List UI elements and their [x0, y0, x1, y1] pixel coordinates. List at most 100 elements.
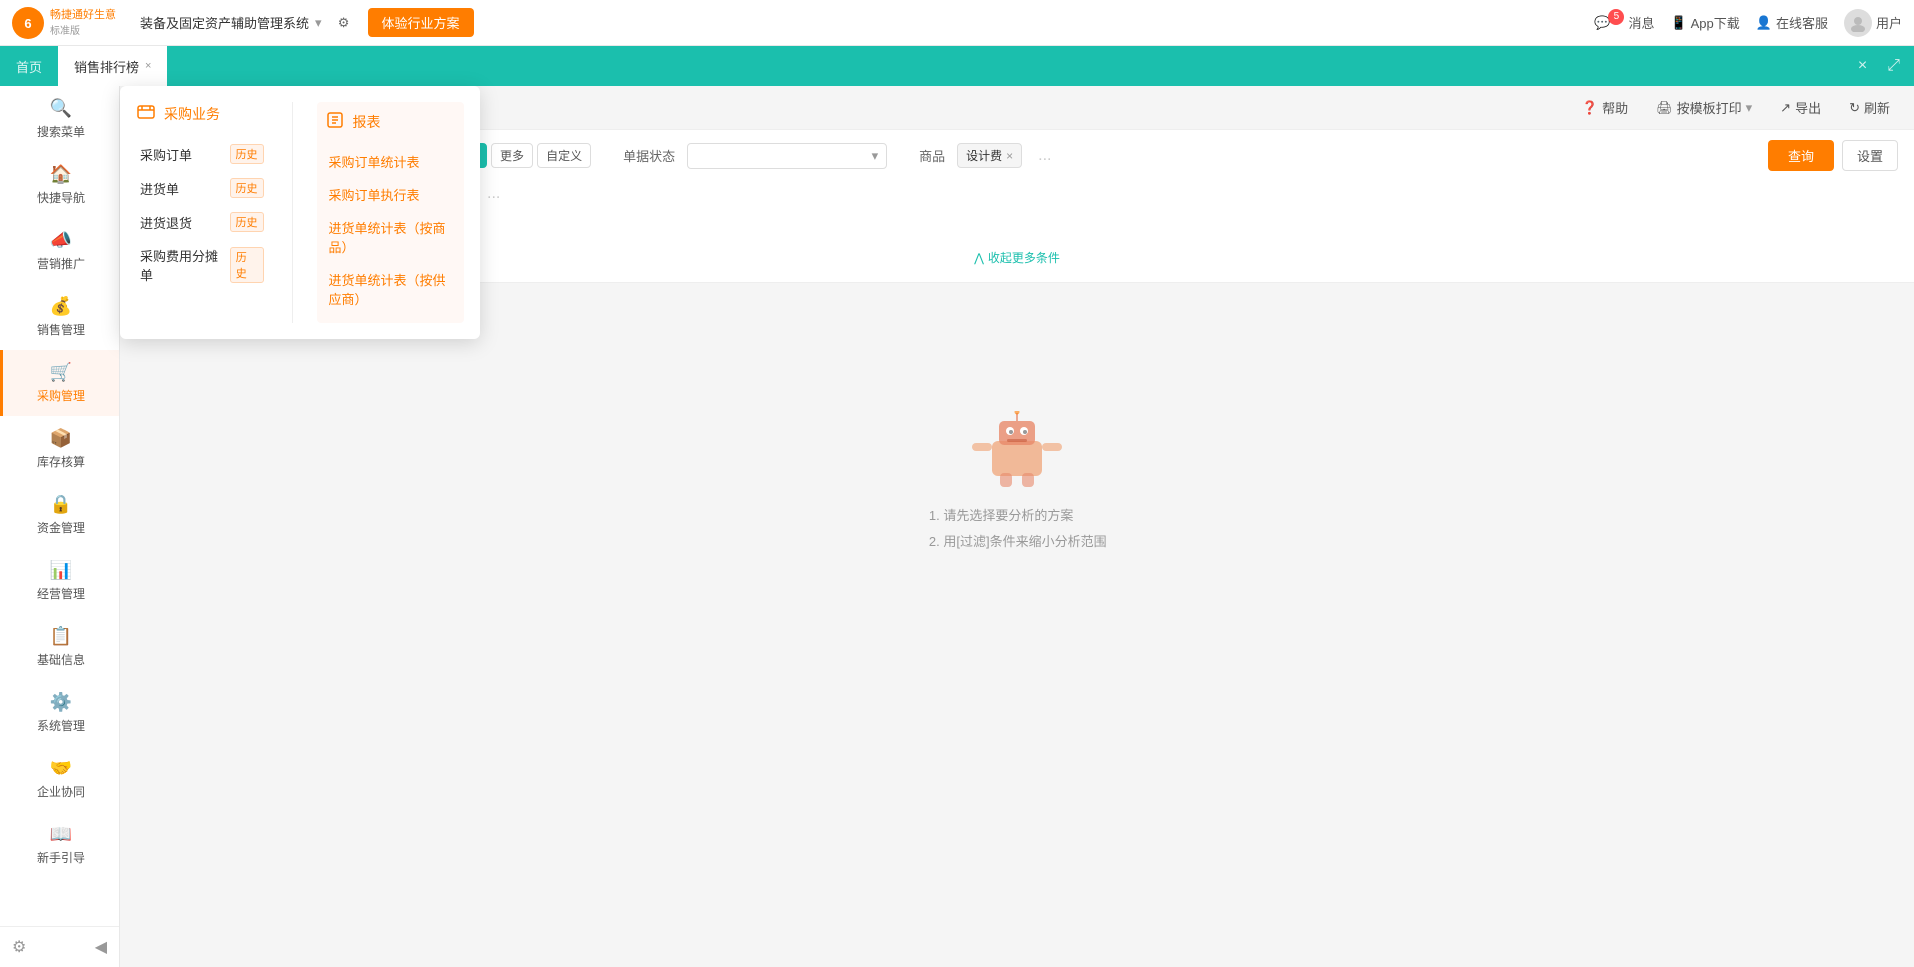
system-title: 装备及固定资产辅助管理系统 ▾ [140, 13, 322, 32]
dropdown-item-report-3[interactable]: 进货单统计表（按供应商） [325, 263, 457, 315]
help-button[interactable]: ❓ 帮助 [1574, 94, 1636, 121]
tab-home[interactable]: 首页 [0, 46, 58, 86]
filter-settings-button[interactable]: 设置 [1842, 140, 1898, 171]
tab-close-icon[interactable]: × [145, 60, 151, 72]
print-dropdown-icon[interactable]: ▾ [1746, 100, 1753, 116]
history-tag-1: 历史 [230, 178, 264, 198]
history-tag-0: 历史 [230, 144, 264, 164]
inventory-icon: 📦 [50, 428, 72, 449]
empty-tip-1: 请先选择要分析的方案 [943, 503, 1106, 529]
dropdown-arrow-icon[interactable]: ▾ [315, 15, 322, 31]
industry-button[interactable]: 体验行业方案 [368, 8, 474, 37]
dropdown-item-purchase-in[interactable]: 进货单 历史 [136, 171, 268, 205]
history-tag-3: 历史 [230, 247, 264, 283]
dropdown-item-purchase-order[interactable]: 采购订单 历史 [136, 137, 268, 171]
topbar-settings-icon[interactable]: ⚙ [330, 9, 358, 37]
purchase-col-header: 采购业务 [136, 102, 268, 125]
sidebar-label-sales: 销售管理 [37, 321, 85, 338]
sidebar-label-capital: 资金管理 [37, 519, 85, 536]
purchase-col: 采购业务 采购订单 历史 进货单 历史 进货退货 历史 采购费用分摊单 历史 [136, 102, 268, 323]
online-service-label: 在线客服 [1776, 13, 1828, 32]
report-2-label: 进货单统计表（按商品） [329, 218, 453, 256]
sidebar-item-inventory[interactable]: 📦 库存核算 [0, 416, 119, 482]
sidebar-label-marketing: 营销推广 [37, 255, 85, 272]
bill-status-select[interactable]: ▾ [687, 143, 887, 169]
reports-col-title: 报表 [353, 112, 381, 132]
message-button[interactable]: 💬 5 消息 [1594, 13, 1654, 32]
sidebar-item-basic-info[interactable]: 📋 基础信息 [0, 614, 119, 680]
home-icon: 🏠 [50, 164, 72, 185]
search-sidebar-icon: 🔍 [50, 98, 72, 119]
app-download-button[interactable]: 📱 App下载 [1670, 13, 1739, 32]
message-label: 消息 [1628, 13, 1654, 32]
sidebar-collapse-icon[interactable]: ◀ [95, 937, 107, 957]
collapse-label: 收起更多条件 [988, 249, 1060, 266]
empty-illustration [967, 411, 1067, 491]
query-button[interactable]: 查询 [1768, 140, 1834, 171]
salesperson-ellipsis[interactable]: ... [483, 185, 504, 203]
tab-fullscreen-icon[interactable]: ⤢ [1881, 55, 1906, 77]
tab-sales-rank[interactable]: 销售排行榜 × [58, 46, 167, 86]
empty-state: 请先选择要分析的方案 用[过滤]条件来缩小分析范围 [120, 283, 1914, 683]
purchase-icon: 🛒 [50, 362, 72, 383]
sidebar-item-capital[interactable]: 🔒 资金管理 [0, 482, 119, 548]
enterprise-icon: 🤝 [50, 758, 72, 779]
history-tag-2: 历史 [230, 212, 264, 232]
sidebar-label-search: 搜索菜单 [37, 123, 85, 140]
purchase-return-label: 进货退货 [140, 213, 192, 232]
operations-icon: 📊 [50, 560, 72, 581]
dropdown-item-report-0[interactable]: 采购订单统计表 [325, 145, 457, 178]
user-area[interactable]: 用户 [1844, 9, 1902, 37]
sidebar-item-operations[interactable]: 📊 经营管理 [0, 548, 119, 614]
online-service-button[interactable]: 👤 在线客服 [1756, 13, 1828, 32]
tab-close-all-icon[interactable]: × [1852, 55, 1873, 77]
sidebar-item-purchase[interactable]: 🛒 采购管理 [0, 350, 119, 416]
quick-date-custom[interactable]: 自定义 [537, 143, 591, 168]
sales-icon: 💰 [50, 296, 72, 317]
service-icon: 👤 [1756, 15, 1772, 31]
topbar: 6 畅捷通好生意 标准版 装备及固定资产辅助管理系统 ▾ ⚙ 体验行业方案 💬 … [0, 0, 1914, 46]
dropdown-item-purchase-return[interactable]: 进货退货 历史 [136, 205, 268, 239]
refresh-button[interactable]: ↻ 刷新 [1841, 94, 1898, 121]
quick-date-more[interactable]: 更多 [491, 143, 533, 168]
dropdown-item-report-1[interactable]: 采购订单执行表 [325, 178, 457, 211]
sidebar-item-guide[interactable]: 📖 新手引导 [0, 812, 119, 878]
sidebar-label-guide: 新手引导 [37, 849, 85, 866]
tabbar: 首页 销售排行榜 × × ⤢ [0, 46, 1914, 86]
help-icon: ❓ [1582, 100, 1598, 116]
print-button[interactable]: 🖨 按模板打印 ▾ [1648, 94, 1760, 121]
bill-status-dropdown-icon: ▾ [872, 148, 879, 164]
marketing-icon: 📣 [50, 230, 72, 251]
sidebar-item-system[interactable]: ⚙️ 系统管理 [0, 680, 119, 746]
svg-text:6: 6 [24, 16, 31, 31]
goods-tag: 设计费 × [957, 143, 1022, 168]
app-download-label: App下载 [1691, 13, 1740, 32]
sidebar: 🔍 搜索菜单 🏠 快捷导航 📣 营销推广 💰 销售管理 🛒 采购管理 📦 库存核… [0, 86, 120, 967]
logo-sub: 标准版 [50, 22, 116, 37]
avatar [1844, 9, 1872, 37]
empty-tips: 请先选择要分析的方案 用[过滤]条件来缩小分析范围 [927, 503, 1106, 555]
message-badge: 5 [1608, 9, 1624, 25]
purchase-dropdown-menu: 采购业务 采购订单 历史 进货单 历史 进货退货 历史 采购费用分摊单 历史 报… [120, 86, 480, 339]
sidebar-item-search[interactable]: 🔍 搜索菜单 [0, 86, 119, 152]
dropdown-item-report-2[interactable]: 进货单统计表（按商品） [325, 211, 457, 263]
reports-col-icon [325, 110, 345, 133]
sidebar-item-marketing[interactable]: 📣 营销推广 [0, 218, 119, 284]
sidebar-settings-icon[interactable]: ⚙ [12, 937, 26, 957]
dropdown-item-purchase-expense[interactable]: 采购费用分摊单 历史 [136, 239, 268, 291]
sidebar-item-enterprise[interactable]: 🤝 企业协同 [0, 746, 119, 812]
goods-ellipsis[interactable]: ... [1034, 147, 1055, 165]
refresh-label: 刷新 [1864, 98, 1890, 117]
export-icon: ↗ [1780, 100, 1791, 116]
reports-col: 报表 采购订单统计表 采购订单执行表 进货单统计表（按商品） 进货单统计表（按供… [317, 102, 465, 323]
sidebar-item-quick-nav[interactable]: 🏠 快捷导航 [0, 152, 119, 218]
filter-toolbar-right: 查询 设置 [1768, 140, 1898, 171]
goods-tag-remove[interactable]: × [1006, 149, 1013, 163]
sidebar-bottom: ⚙ ◀ [0, 926, 119, 967]
export-button[interactable]: ↗ 导出 [1772, 94, 1829, 121]
logo-icon: 6 [12, 7, 44, 39]
print-icon: 🖨 [1656, 100, 1673, 116]
tab-sales-rank-label: 销售排行榜 [74, 57, 139, 76]
purchase-in-label: 进货单 [140, 179, 179, 198]
sidebar-item-sales[interactable]: 💰 销售管理 [0, 284, 119, 350]
